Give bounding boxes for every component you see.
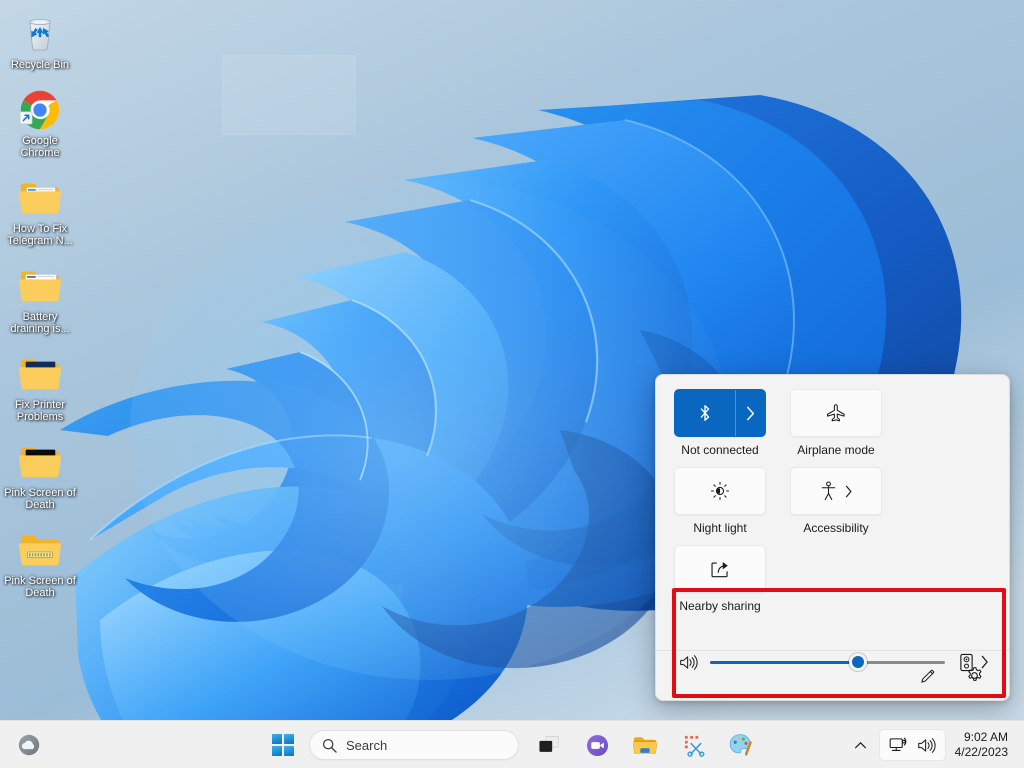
quick-settings-panel[interactable]: Not connected Airplane mode Night light …: [655, 374, 1010, 701]
folder-image-icon: [18, 352, 62, 396]
chat-camera-icon: [586, 734, 609, 757]
share-icon: [675, 546, 765, 592]
start-button[interactable]: [263, 725, 303, 765]
scissors-icon: [682, 734, 705, 757]
bluetooth-expand-chevron-icon[interactable]: [735, 390, 765, 436]
windows-start-icon: [272, 734, 294, 756]
quick-tile-label: Airplane mode: [797, 443, 875, 457]
quick-tile-accessibility-wrap: Accessibility: [790, 467, 882, 535]
taskbar-app-chat[interactable]: [577, 725, 617, 765]
desktop-icon-google-chrome[interactable]: Google Chrome: [0, 84, 80, 162]
tray-overflow-button[interactable]: [848, 730, 874, 760]
taskbar-clock[interactable]: 9:02 AM 4/22/2023: [949, 730, 1016, 760]
quick-tile-label: Accessibility: [803, 521, 869, 535]
network-icon[interactable]: [889, 736, 909, 754]
chrome-icon: [18, 88, 62, 132]
quick-tile-label: Not connected: [681, 443, 759, 457]
taskbar-app-paint[interactable]: [721, 725, 761, 765]
night-light-icon: [675, 468, 765, 514]
desktop-icon-label: Pink Screen of Death: [4, 574, 76, 600]
folder-zip-icon: [18, 528, 62, 572]
tray-status-cluster[interactable]: [879, 730, 945, 760]
clock-date: 4/22/2023: [954, 745, 1008, 759]
quick-tile-accessibility[interactable]: [790, 467, 882, 515]
chevron-up-icon: [854, 741, 867, 750]
search-input[interactable]: Search: [309, 730, 519, 760]
quick-tile-label: Night light: [693, 521, 747, 535]
quick-tile-airplane-mode[interactable]: [790, 389, 882, 437]
taskbar[interactable]: Search 9:02 AM 4/22/2023: [0, 720, 1024, 768]
taskbar-app-task-view[interactable]: [529, 725, 569, 765]
folder-document-icon: [18, 264, 62, 308]
quick-tile-night-light-wrap: Night light: [674, 467, 766, 535]
quick-tile-bluetooth[interactable]: [674, 389, 766, 437]
accessibility-icon: [820, 468, 837, 514]
quick-settings-tile-grid: Not connected Airplane mode Night light …: [656, 375, 1009, 623]
quick-tile-nearby-sharing[interactable]: [674, 545, 766, 593]
desktop-icon-folder-pink-2[interactable]: Pink Screen of Death: [0, 524, 80, 602]
quick-tile-night-light[interactable]: [674, 467, 766, 515]
desktop-icon-label: Pink Screen of Death: [4, 486, 76, 512]
desktop-selection-artifact: [222, 55, 356, 135]
folder-icon: [633, 735, 657, 756]
quick-tile-label: Nearby sharing: [679, 599, 761, 613]
system-tray: 9:02 AM 4/22/2023: [848, 721, 1024, 768]
bluetooth-icon: [675, 390, 735, 436]
quick-settings-footer: [656, 650, 1009, 700]
folder-black-icon: [18, 440, 62, 484]
paint-palette-icon: [729, 733, 753, 757]
desktop-icon-label: Battery draining is...: [10, 310, 70, 336]
accessibility-expand-chevron-icon[interactable]: [844, 485, 853, 498]
desktop-icon-grid: Recycle Bin Google Chrome How To Fix Tel…: [0, 8, 80, 612]
desktop-icon-recycle-bin[interactable]: Recycle Bin: [0, 8, 80, 74]
taskbar-app-file-explorer[interactable]: [625, 725, 665, 765]
desktop[interactable]: Recycle Bin Google Chrome How To Fix Tel…: [0, 0, 1024, 768]
quick-tile-bluetooth-wrap: Not connected: [674, 389, 766, 457]
desktop-icon-folder-pink-1[interactable]: Pink Screen of Death: [0, 436, 80, 514]
desktop-icon-folder-battery[interactable]: Battery draining is...: [0, 260, 80, 338]
desktop-icon-folder-printer[interactable]: Fix Printer Problems: [0, 348, 80, 426]
folder-document-icon: [18, 176, 62, 220]
desktop-icon-folder-telegram[interactable]: How To Fix Telegram N...: [0, 172, 80, 250]
taskbar-app-snipping-tool[interactable]: [673, 725, 713, 765]
desktop-icon-label: Google Chrome: [20, 134, 60, 160]
desktop-icon-label: Fix Printer Problems: [14, 398, 66, 424]
airplane-icon: [791, 390, 881, 436]
volume-icon[interactable]: [917, 737, 936, 754]
pencil-icon[interactable]: [913, 661, 943, 691]
quick-tile-nearby-sharing-wrap: Nearby sharing: [674, 545, 766, 613]
recycle-bin-icon: [18, 12, 62, 56]
desktop-icon-label: Recycle Bin: [10, 59, 70, 71]
clock-time: 9:02 AM: [963, 730, 1008, 744]
desktop-icon-label: How To Fix Telegram N...: [7, 222, 73, 248]
search-placeholder: Search: [346, 737, 388, 753]
gear-icon[interactable]: [959, 661, 989, 691]
task-view-icon: [538, 735, 560, 755]
quick-tile-airplane-wrap: Airplane mode: [790, 389, 882, 457]
search-icon: [322, 738, 337, 753]
